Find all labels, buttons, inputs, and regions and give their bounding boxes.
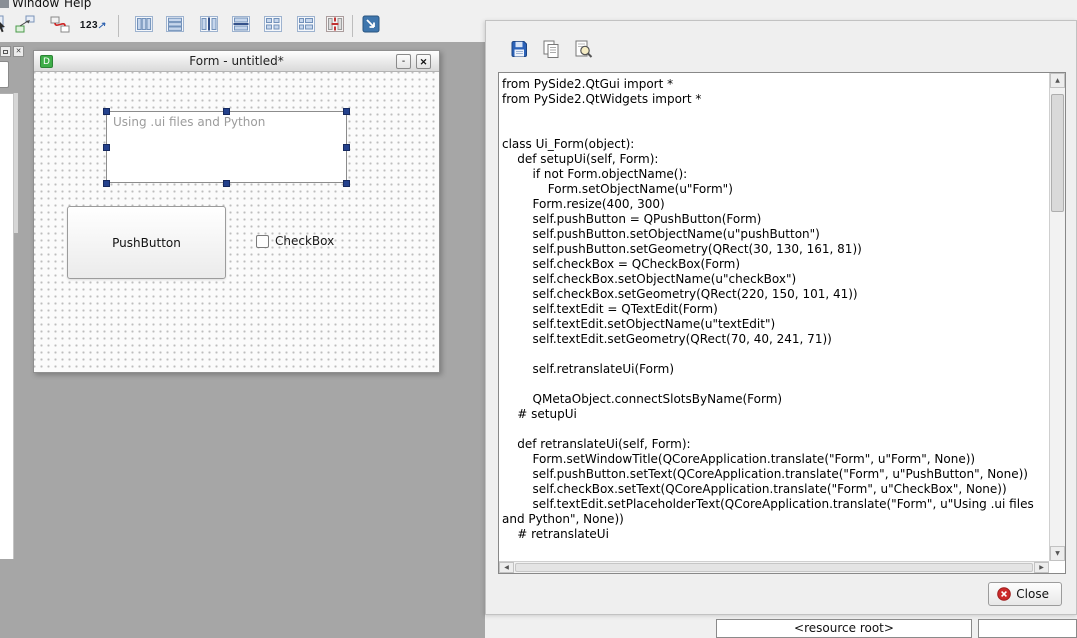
pushbutton-widget[interactable]: PushButton xyxy=(67,206,226,279)
code-view[interactable]: from PySide2.QtGui import * from PySide2… xyxy=(498,72,1066,574)
close-icon: ✕ xyxy=(16,48,22,55)
scroll-left-arrow[interactable]: ◀ xyxy=(499,562,514,573)
find-button[interactable] xyxy=(570,37,596,63)
close-button-label: Close xyxy=(1016,587,1049,601)
textedit-placeholder: Using .ui files and Python xyxy=(107,112,346,132)
edit-buddies-button[interactable] xyxy=(47,12,73,38)
vertical-scrollbar[interactable]: ▲ ▼ xyxy=(1049,73,1065,561)
adjust-size-icon xyxy=(361,14,381,37)
minimize-button[interactable]: - xyxy=(396,54,411,69)
menu-fragment-icon xyxy=(0,0,9,8)
form-window-titlebar[interactable]: D Form - untitled* - ✕ xyxy=(34,51,439,72)
lay-out-horizontally-button[interactable] xyxy=(131,12,157,38)
form-window-title: Form - untitled* xyxy=(34,54,439,68)
edit-tab-order-icon: 123 xyxy=(80,20,98,31)
find-icon xyxy=(573,39,593,62)
tab-order-arrow-icon xyxy=(98,20,106,30)
checkbox-indicator[interactable] xyxy=(256,235,269,248)
textedit-widget[interactable]: Using .ui files and Python xyxy=(106,111,347,183)
horizontal-scrollbar[interactable]: ◀ ▶ xyxy=(499,561,1049,573)
widget-filter-input[interactable] xyxy=(0,61,9,88)
widget-box-list[interactable] xyxy=(0,93,14,559)
edit-signals-slots-button[interactable] xyxy=(12,12,38,38)
edit-widgets-icon xyxy=(0,14,9,37)
lay-out-in-a-form-layout-button[interactable] xyxy=(293,12,319,38)
menu-window[interactable]: Window xyxy=(12,0,59,10)
checkbox-widget[interactable]: CheckBox xyxy=(256,234,334,248)
horizontal-scrollbar-thumb[interactable] xyxy=(515,563,1033,572)
toolbar-separator xyxy=(118,15,119,37)
lay-out-in-a-form-layout-icon xyxy=(296,14,316,37)
dock-float-button[interactable] xyxy=(0,46,11,57)
lay-out-horizontally-in-splitter-icon xyxy=(199,14,219,37)
edit-buddies-icon xyxy=(50,14,70,37)
edit-tab-order-button[interactable]: 123 xyxy=(78,12,108,38)
lay-out-vertically-icon xyxy=(165,14,185,37)
scroll-down-arrow[interactable]: ▼ xyxy=(1050,546,1065,561)
close-button[interactable]: Close xyxy=(988,582,1062,606)
save-button[interactable] xyxy=(506,37,532,63)
edit-widgets-button[interactable] xyxy=(0,12,12,38)
selection-handle-bottom-right[interactable] xyxy=(343,180,350,187)
edit-signals-slots-icon xyxy=(15,14,35,37)
menu-help[interactable]: Help xyxy=(64,0,91,10)
resource-browser-panel-fragment xyxy=(978,619,1077,638)
code-preview-dialog: from PySide2.QtGui import * from PySide2… xyxy=(485,20,1077,615)
lay-out-in-a-grid-button[interactable] xyxy=(260,12,286,38)
vertical-scrollbar-thumb[interactable] xyxy=(1051,94,1064,212)
selection-handle-middle-left[interactable] xyxy=(103,144,110,151)
break-layout-icon xyxy=(325,14,345,37)
lay-out-vertically-button[interactable] xyxy=(162,12,188,38)
checkbox-label: CheckBox xyxy=(275,234,334,248)
copy-button[interactable] xyxy=(538,37,564,63)
code-text: from PySide2.QtGui import * from PySide2… xyxy=(502,77,1047,560)
save-icon xyxy=(509,39,529,62)
float-icon xyxy=(3,50,8,54)
lay-out-horizontally-icon xyxy=(134,14,154,37)
selection-handle-middle-right[interactable] xyxy=(343,144,350,151)
dock-close-button[interactable]: ✕ xyxy=(13,46,24,57)
lay-out-horizontally-in-splitter-button[interactable] xyxy=(196,12,222,38)
form-editor-window: D Form - untitled* - ✕ Using .ui files a… xyxy=(33,50,440,373)
lay-out-in-a-grid-icon xyxy=(263,14,283,37)
toolbar-separator xyxy=(352,15,353,37)
selection-handle-bottom-middle[interactable] xyxy=(223,180,230,187)
scroll-right-arrow[interactable]: ▶ xyxy=(1034,562,1049,573)
qt-designer-window: Window Help 123 xyxy=(0,0,1077,638)
lay-out-vertically-in-splitter-button[interactable] xyxy=(228,12,254,38)
scroll-up-arrow[interactable]: ▲ xyxy=(1050,73,1065,88)
mdi-area: ✕ D Form - untitled* - ✕ Using .ui files… xyxy=(0,42,485,638)
adjust-size-button[interactable] xyxy=(358,12,384,38)
selection-handle-bottom-left[interactable] xyxy=(103,180,110,187)
form-canvas[interactable]: Using .ui files and Python PushButton Ch… xyxy=(34,72,439,372)
selection-handle-top-left[interactable] xyxy=(103,108,110,115)
copy-icon xyxy=(541,39,561,62)
resource-root-label: <resource root> xyxy=(794,621,894,635)
resource-browser-root[interactable]: <resource root> xyxy=(716,619,972,638)
selection-handle-top-middle[interactable] xyxy=(223,108,230,115)
close-circle-icon xyxy=(997,587,1011,601)
selection-handle-top-right[interactable] xyxy=(343,108,350,115)
menu-bar: Window Help xyxy=(0,0,1077,10)
lay-out-vertically-in-splitter-icon xyxy=(231,14,251,37)
widget-box-scrollbar[interactable] xyxy=(14,93,18,233)
close-window-button[interactable]: ✕ xyxy=(416,54,431,69)
break-layout-button[interactable] xyxy=(322,12,348,38)
